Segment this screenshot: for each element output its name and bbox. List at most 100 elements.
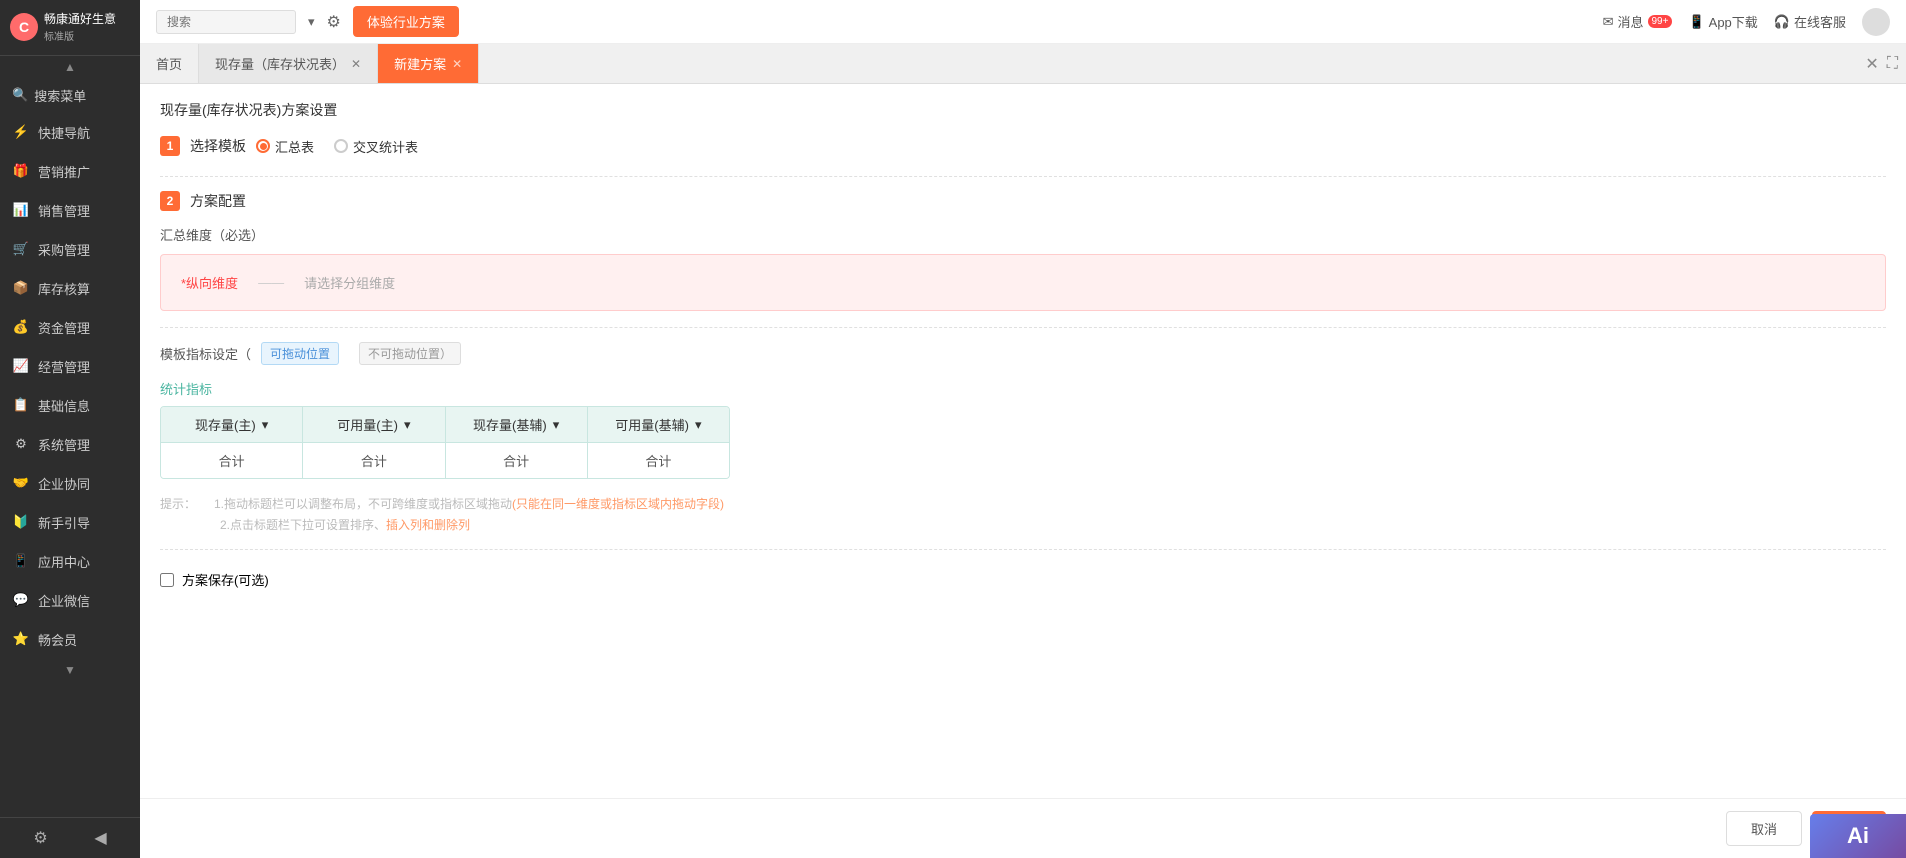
topbar-search-input[interactable] bbox=[156, 10, 296, 34]
aggregation-dim-label: 汇总维度（必选） bbox=[160, 225, 1886, 244]
user-avatar[interactable] bbox=[1862, 8, 1890, 36]
tab-bar: 首页 现存量（库存状况表） ✕ 新建方案 ✕ ✕ ⛶ bbox=[140, 44, 1906, 84]
stats-body-row: 合计 合计 合计 合计 bbox=[161, 442, 729, 478]
sidebar-item-basic-info[interactable]: 📋 基础信息 bbox=[0, 386, 140, 425]
topbar-message[interactable]: ✉ 消息 99+ bbox=[1603, 12, 1673, 31]
quick-nav-icon: ⚡ bbox=[12, 123, 30, 141]
indicator-settings-row: 模板指标设定（ 可拖动位置 不可拖动位置） bbox=[160, 342, 1886, 365]
tab-inventory-close[interactable]: ✕ bbox=[351, 57, 361, 71]
sidebar-item-marketing[interactable]: 🎁 营销推广 bbox=[0, 152, 140, 191]
stats-title: 统计指标 bbox=[160, 379, 1886, 398]
tab-new-plan-close[interactable]: ✕ bbox=[452, 57, 462, 71]
tip-1-highlight: (只能在同一维度或指标区域内拖动字段) bbox=[512, 497, 724, 511]
radio-summary-circle bbox=[256, 139, 270, 153]
sidebar-item-label: 系统管理 bbox=[38, 435, 90, 454]
tab-bar-expand-icon[interactable]: ⛶ bbox=[1887, 55, 1898, 73]
stats-col-3[interactable]: 现存量(基辅) ▾ bbox=[446, 407, 588, 442]
collapse-icon[interactable]: ◀ bbox=[94, 828, 106, 848]
section1-num: 1 bbox=[160, 136, 180, 156]
dimension-placeholder[interactable]: 请选择分组维度 bbox=[304, 273, 395, 292]
stats-cell-4: 合计 bbox=[588, 443, 729, 478]
sidebar-item-sales[interactable]: 📊 销售管理 bbox=[0, 191, 140, 230]
sidebar-item-member[interactable]: ⭐ 畅会员 bbox=[0, 620, 140, 659]
stats-col-3-arrow: ▾ bbox=[553, 417, 560, 433]
sidebar-item-operations[interactable]: 📈 经营管理 bbox=[0, 347, 140, 386]
stats-table: 现存量(主) ▾ 可用量(主) ▾ 现存量(基辅) ▾ 可用量(基辅) ▾ bbox=[160, 406, 730, 479]
message-label: 消息 bbox=[1617, 12, 1643, 31]
draggable-badge: 可拖动位置 bbox=[261, 342, 339, 365]
finance-icon: 💰 bbox=[12, 318, 30, 336]
sidebar-item-new-guide[interactable]: 🔰 新手引导 bbox=[0, 503, 140, 542]
stats-col-1[interactable]: 现存量(主) ▾ bbox=[161, 407, 303, 442]
sidebar-item-system[interactable]: ⚙ 系统管理 bbox=[0, 425, 140, 464]
wechat-icon: 💬 bbox=[12, 591, 30, 609]
tab-new-plan-label: 新建方案 bbox=[394, 54, 446, 73]
topbar-online-service[interactable]: 🎧 在线客服 bbox=[1774, 12, 1846, 31]
sidebar-item-wechat[interactable]: 💬 企业微信 bbox=[0, 581, 140, 620]
headset-icon: 🎧 bbox=[1774, 14, 1790, 30]
topbar-settings-icon[interactable]: ⚙ bbox=[327, 12, 341, 32]
section2-header: 2 方案配置 bbox=[160, 191, 1886, 211]
sidebar-item-inventory[interactable]: 📦 库存核算 bbox=[0, 269, 140, 308]
stats-col-2[interactable]: 可用量(主) ▾ bbox=[303, 407, 445, 442]
sidebar-bottom: ⚙ ◀ bbox=[0, 817, 140, 858]
inventory-icon: 📦 bbox=[12, 279, 30, 297]
dropdown-arrow-icon[interactable]: ▾ bbox=[308, 14, 315, 30]
sidebar-scroll-down[interactable]: ▼ bbox=[0, 659, 140, 681]
section1-header: 1 选择模板 汇总表 交叉统计表 bbox=[160, 136, 1886, 156]
logo-name: 畅康通好生意 bbox=[44, 12, 116, 28]
topbar-app-download[interactable]: 📱 App下载 bbox=[1688, 12, 1757, 31]
ai-badge[interactable]: Ai bbox=[1810, 814, 1906, 858]
sidebar-item-label: 营销推广 bbox=[38, 162, 90, 181]
stats-col-1-label: 现存量(主) bbox=[195, 415, 256, 434]
sidebar-search-label: 搜索菜单 bbox=[34, 86, 86, 105]
tip-1: 提示： 1.拖动标题栏可以调整布局，不可跨维度或指标区域拖动(只能在同一维度或指… bbox=[160, 495, 1886, 512]
app-center-icon: 📱 bbox=[12, 552, 30, 570]
sidebar-item-finance[interactable]: 💰 资金管理 bbox=[0, 308, 140, 347]
sidebar-item-label: 畅会员 bbox=[38, 630, 77, 649]
purchase-icon: 🛒 bbox=[12, 240, 30, 258]
sidebar-item-purchase[interactable]: 🛒 采购管理 bbox=[0, 230, 140, 269]
sidebar-item-label: 资金管理 bbox=[38, 318, 90, 337]
app-download-label: App下载 bbox=[1709, 12, 1758, 31]
marketing-icon: 🎁 bbox=[12, 162, 30, 180]
tab-home[interactable]: 首页 bbox=[140, 44, 199, 83]
vertical-dim-label: *纵向维度 bbox=[181, 273, 238, 292]
stats-col-2-arrow: ▾ bbox=[404, 417, 411, 433]
radio-summary[interactable]: 汇总表 bbox=[256, 137, 314, 156]
divider-2 bbox=[160, 327, 1886, 328]
stats-cell-1: 合计 bbox=[161, 443, 303, 478]
logo-sub: 标准版 bbox=[44, 28, 116, 43]
trial-btn[interactable]: 体验行业方案 bbox=[353, 6, 459, 37]
divider-3 bbox=[160, 549, 1886, 550]
content-area: 现存量(库存状况表)方案设置 1 选择模板 汇总表 交叉统计表 bbox=[140, 84, 1906, 798]
basic-info-icon: 📋 bbox=[12, 396, 30, 414]
sidebar-search[interactable]: 🔍 搜索菜单 bbox=[0, 78, 140, 113]
radio-summary-inner bbox=[260, 143, 267, 150]
sidebar-scroll-up[interactable]: ▲ bbox=[0, 56, 140, 78]
save-option-label: 方案保存(可选) bbox=[182, 570, 269, 589]
settings-icon[interactable]: ⚙ bbox=[33, 828, 47, 848]
section2-title: 方案配置 bbox=[190, 191, 246, 211]
tab-inventory-status[interactable]: 现存量（库存状况表） ✕ bbox=[199, 44, 378, 83]
tab-bar-close-icon[interactable]: ✕ bbox=[1865, 54, 1878, 74]
indicator-settings-label: 模板指标设定（ bbox=[160, 344, 251, 363]
stats-col-4[interactable]: 可用量(基辅) ▾ bbox=[588, 407, 729, 442]
section1-title: 选择模板 bbox=[190, 136, 246, 156]
save-checkbox[interactable] bbox=[160, 573, 174, 587]
section-config: 2 方案配置 汇总维度（必选） *纵向维度 —— 请选择分组维度 模板指标设定（… bbox=[160, 191, 1886, 589]
radio-cross-label: 交叉统计表 bbox=[353, 137, 418, 156]
divider-1 bbox=[160, 176, 1886, 177]
radio-cross[interactable]: 交叉统计表 bbox=[334, 137, 418, 156]
sidebar-item-app-center[interactable]: 📱 应用中心 bbox=[0, 542, 140, 581]
logo-text-block: 畅康通好生意 标准版 bbox=[44, 12, 116, 43]
sidebar-item-quick-nav[interactable]: ⚡ 快捷导航 bbox=[0, 113, 140, 152]
cancel-button[interactable]: 取消 bbox=[1726, 811, 1802, 846]
tab-new-plan[interactable]: 新建方案 ✕ bbox=[378, 44, 479, 83]
tip-2: 2.点击标题栏下拉可设置排序、插入列和删除列 bbox=[160, 516, 1886, 533]
sidebar-item-cooperation[interactable]: 🤝 企业协同 bbox=[0, 464, 140, 503]
tips-area: 提示： 1.拖动标题栏可以调整布局，不可跨维度或指标区域拖动(只能在同一维度或指… bbox=[160, 495, 1886, 533]
tip-2-highlight: 插入列和删除列 bbox=[386, 518, 470, 532]
action-bar: 取消 查询 bbox=[140, 798, 1906, 858]
tab-home-label: 首页 bbox=[156, 54, 182, 73]
